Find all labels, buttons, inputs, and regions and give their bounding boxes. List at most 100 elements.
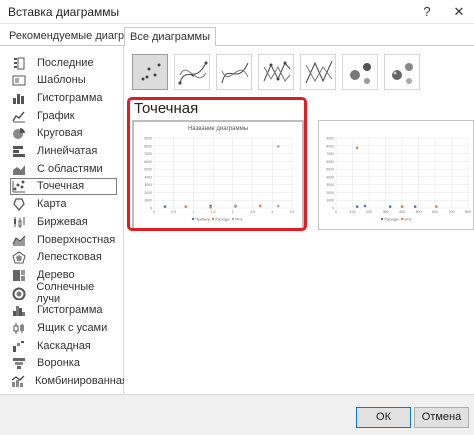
y-tick-label: 2000	[326, 191, 334, 195]
dialog-footer: ОК Отмена	[0, 394, 474, 435]
y-tick-label: 1000	[326, 199, 334, 203]
sidebar-item-label: Лепестковая	[37, 251, 102, 264]
ok-button[interactable]: ОК	[356, 407, 411, 428]
scatter-chart-icon	[11, 179, 27, 193]
sidebar-item-column-chart[interactable]: Гистограмма	[11, 89, 118, 106]
sidebar-item-label: Воронка	[37, 357, 80, 370]
sidebar-item-area-chart[interactable]: С областями	[11, 160, 118, 177]
selection-highlight	[127, 97, 307, 231]
line-chart-icon	[11, 109, 27, 123]
sidebar-item-map-chart[interactable]: Карта	[11, 196, 118, 213]
data-point	[400, 205, 404, 208]
chart-preview-2[interactable]: 0 1000 2000 3000 4000 5000 6000 7000 8000 9000 0 10…	[318, 120, 474, 230]
box-whisker-chart-icon	[11, 321, 27, 335]
y-tick-label: 9000	[326, 137, 334, 141]
sidebar-item-label: С областями	[37, 162, 103, 175]
cancel-button[interactable]: Отмена	[414, 407, 469, 428]
data-point	[388, 205, 392, 208]
data-point	[435, 205, 438, 208]
tab-all-charts[interactable]: Все диаграммы	[124, 27, 216, 47]
x-tick-label: 100	[350, 210, 356, 214]
sidebar-item-waterfall-chart[interactable]: Каскадная	[11, 337, 118, 354]
y-tick-label: 3000	[326, 183, 334, 187]
preview-plot-2: 01000200030004000500060007000800090000 10…	[326, 137, 471, 222]
sidebar-item-label: Шаблоны	[37, 74, 86, 87]
y-tick-label: 5000	[326, 168, 334, 172]
data-point	[413, 205, 417, 208]
radar-chart-icon	[11, 250, 27, 264]
sidebar-item-bar-chart[interactable]: Линейчатая	[11, 143, 118, 160]
sidebar-item-label: Гистограмма	[37, 91, 103, 104]
sidebar-item-sunburst-chart[interactable]: Солнечные лучи	[11, 281, 118, 305]
legend-label: Итог	[405, 217, 413, 221]
x-tick-label: 0	[335, 210, 337, 214]
waterfall-chart-icon	[11, 339, 27, 353]
tab-bar: Рекомендуемые диаграммы Все диаграммы	[0, 24, 474, 47]
sidebar-item-templates[interactable]: Шаблоны	[11, 72, 118, 89]
sidebar-item-label: Каскадная	[37, 339, 91, 352]
area-chart-icon	[11, 162, 27, 176]
sidebar-item-line-chart[interactable]: График	[11, 107, 118, 124]
legend-marker	[380, 217, 384, 221]
data-point	[355, 205, 359, 208]
sidebar-item-label: Комбинированная	[35, 375, 128, 388]
subtype-scatter-straight-markers[interactable]	[258, 54, 294, 90]
sidebar-item-label: Карта	[37, 198, 67, 211]
subtype-scatter-smooth[interactable]	[216, 54, 252, 90]
combo-chart-icon	[11, 374, 25, 388]
sidebar-item-box-whisker-chart[interactable]: Ящик с усами	[11, 320, 118, 337]
title-bar: Вставка диаграммы ? ✕	[0, 0, 474, 24]
sidebar-item-funnel-chart[interactable]: Воронка	[11, 355, 118, 372]
sidebar-item-stock-chart[interactable]: Биржевая	[11, 213, 118, 230]
subtype-bubble-3d[interactable]	[384, 54, 420, 90]
column-chart-icon	[11, 91, 27, 105]
sidebar-item-label: Гистограмма	[37, 304, 103, 317]
sidebar-item-scatter-chart[interactable]: Точечная	[10, 177, 117, 195]
subtype-scatter-smooth-markers[interactable]	[174, 54, 210, 90]
sidebar-item-label: Поверхностная	[37, 233, 116, 246]
y-tick-label: 6000	[326, 160, 334, 164]
recent-icon	[11, 56, 27, 70]
pie-chart-icon	[11, 126, 27, 140]
data-point	[363, 204, 367, 208]
sidebar-item-histogram-chart[interactable]: Гистограмма	[11, 302, 118, 319]
x-tick-label: 800	[465, 210, 471, 214]
y-tick-label: 7000	[326, 152, 334, 156]
x-tick-label: 400	[399, 210, 405, 214]
sidebar-item-label: Биржевая	[37, 215, 88, 228]
chart-type-panel: Точечная Название диаграммы 0 1000 2000 300…	[124, 46, 474, 394]
sidebar-item-radar-chart[interactable]: Лепестковая	[11, 249, 118, 266]
subtype-bubble[interactable]	[342, 54, 378, 90]
sunburst-chart-icon	[11, 286, 26, 300]
sidebar-item-label: Ящик с усами	[37, 322, 108, 334]
bar-chart-icon	[11, 144, 27, 158]
subtype-scatter[interactable]	[132, 54, 168, 90]
sidebar-item-pie-chart[interactable]: Круговая	[11, 125, 118, 142]
histogram-chart-icon	[11, 303, 27, 317]
sidebar-item-label: Точечная	[37, 180, 85, 193]
x-tick-label: 500	[416, 210, 422, 214]
help-button[interactable]: ?	[412, 0, 442, 24]
window-title: Вставка диаграммы	[8, 5, 120, 19]
funnel-chart-icon	[11, 356, 27, 370]
close-button[interactable]: ✕	[444, 0, 474, 24]
legend-marker	[400, 217, 404, 221]
chart-type-list: Последние Шаблоны Гистограмма График Кругова…	[0, 46, 128, 394]
sidebar-item-label: График	[37, 109, 75, 122]
templates-icon	[11, 73, 27, 87]
sidebar-item-label: Дерево	[37, 268, 75, 281]
sidebar-item-label: Линейчатая	[37, 145, 98, 157]
legend-label: Расходы	[385, 217, 400, 221]
sidebar-item-surface-chart[interactable]: Поверхностная	[11, 231, 118, 248]
x-tick-label: 700	[449, 210, 455, 214]
sidebar-item-recent[interactable]: Последние	[11, 54, 118, 71]
y-tick-label: 4000	[326, 175, 334, 179]
sidebar-item-label: Круговая	[37, 127, 83, 140]
subtype-scatter-straight[interactable]	[300, 54, 336, 90]
map-chart-icon	[11, 197, 27, 212]
x-tick-label: 200	[366, 210, 372, 214]
y-tick-label: 0	[332, 207, 334, 211]
x-tick-label: 300	[383, 210, 389, 214]
sidebar-item-combo-chart[interactable]: Комбинированная	[11, 373, 128, 390]
sidebar-item-label: Последние	[37, 56, 94, 69]
